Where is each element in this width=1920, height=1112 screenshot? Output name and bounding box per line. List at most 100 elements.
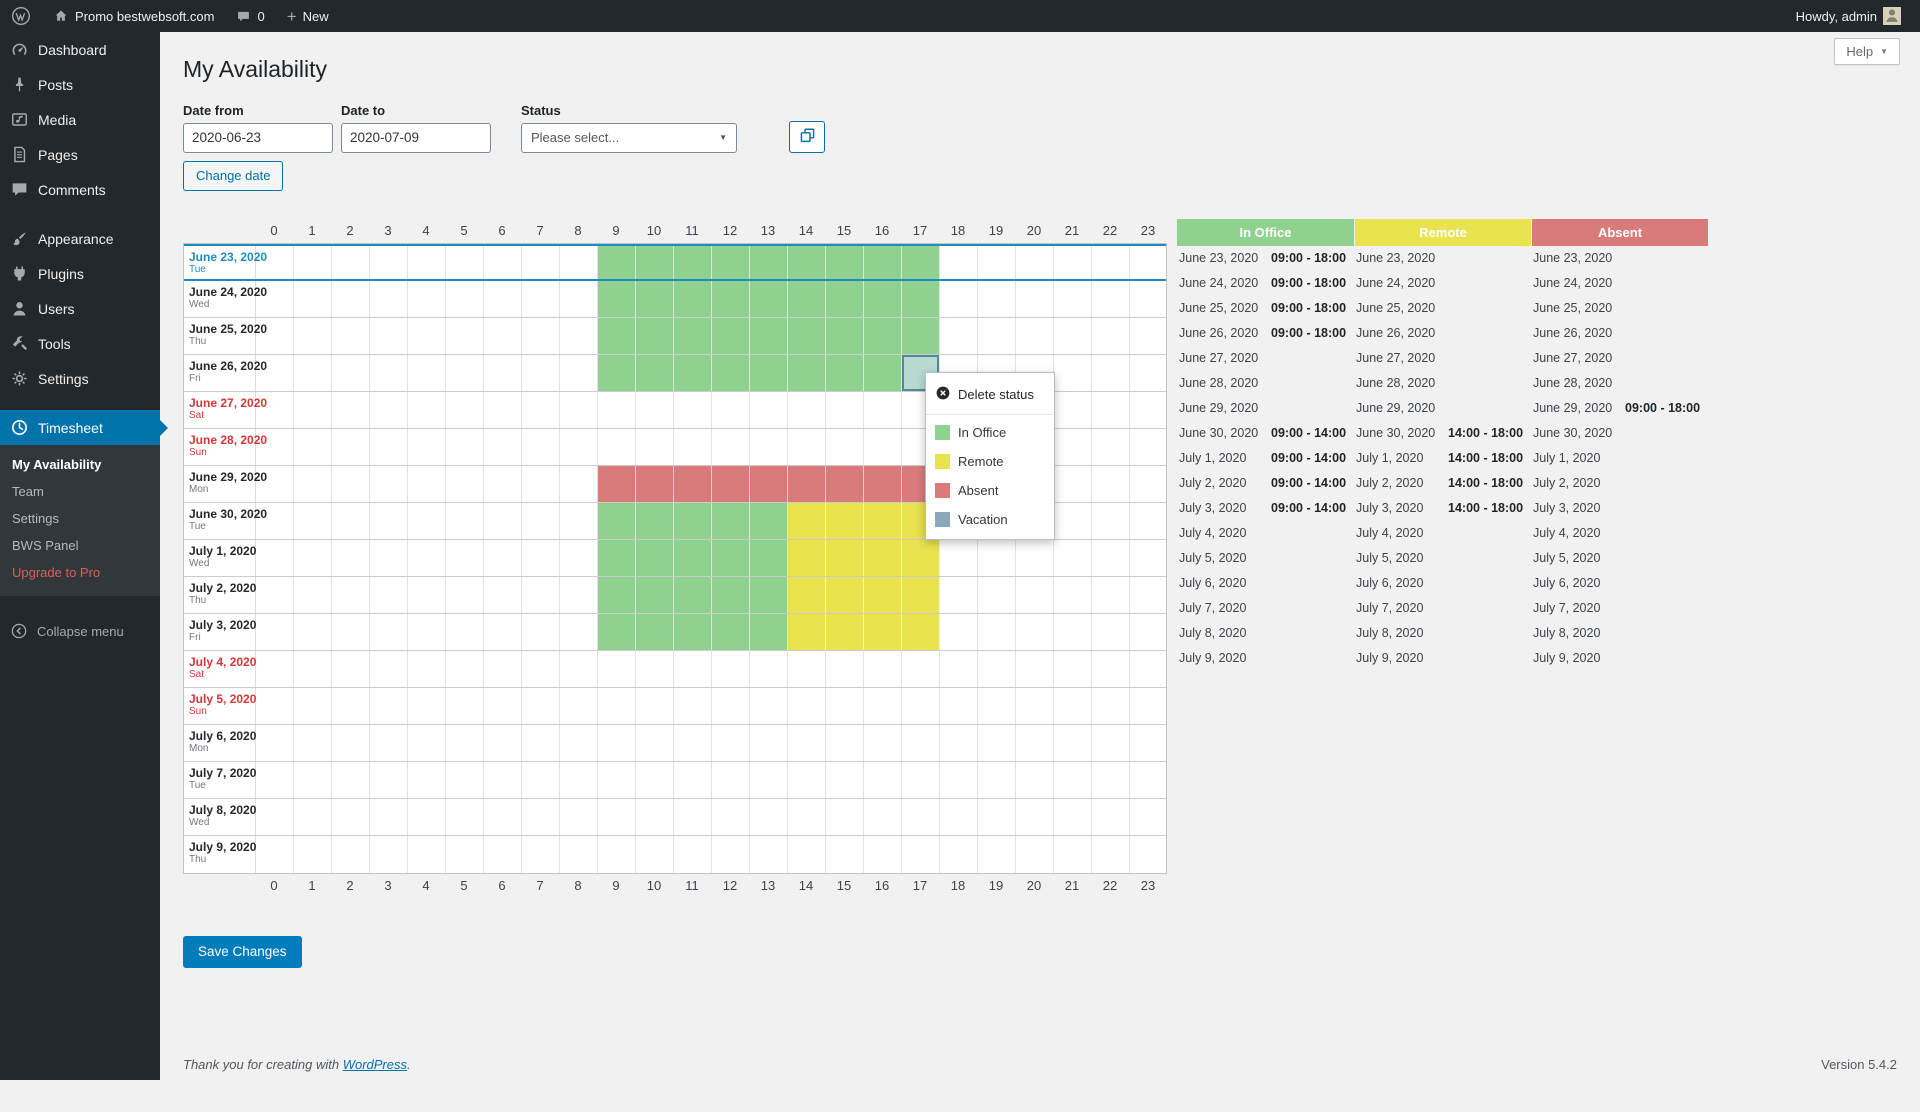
schedule-cell[interactable] bbox=[712, 246, 750, 279]
schedule-cell[interactable] bbox=[484, 725, 522, 761]
schedule-cell[interactable] bbox=[902, 614, 940, 650]
schedule-cell[interactable] bbox=[750, 318, 788, 354]
schedule-cell[interactable] bbox=[598, 836, 636, 873]
status-option-remote[interactable]: Remote bbox=[926, 447, 1054, 476]
schedule-cell[interactable] bbox=[522, 688, 560, 724]
schedule-cell[interactable] bbox=[826, 762, 864, 798]
schedule-cell[interactable] bbox=[560, 540, 598, 576]
schedule-cell[interactable] bbox=[712, 799, 750, 835]
schedule-cell[interactable] bbox=[332, 725, 370, 761]
schedule-cell[interactable] bbox=[332, 466, 370, 502]
schedule-cell[interactable] bbox=[332, 836, 370, 873]
schedule-cell[interactable] bbox=[712, 688, 750, 724]
schedule-cell[interactable] bbox=[1092, 614, 1130, 650]
schedule-cell[interactable] bbox=[370, 355, 408, 391]
submenu-item-settings[interactable]: Settings bbox=[0, 505, 160, 532]
schedule-cell[interactable] bbox=[332, 540, 370, 576]
schedule-cell[interactable] bbox=[256, 392, 294, 428]
schedule-cell[interactable] bbox=[902, 799, 940, 835]
schedule-cell[interactable] bbox=[598, 246, 636, 279]
schedule-cell[interactable] bbox=[484, 281, 522, 317]
schedule-cell[interactable] bbox=[712, 836, 750, 873]
schedule-cell[interactable] bbox=[750, 281, 788, 317]
schedule-cell[interactable] bbox=[712, 725, 750, 761]
schedule-cell[interactable] bbox=[826, 503, 864, 539]
schedule-cell[interactable] bbox=[1092, 836, 1130, 873]
schedule-cell[interactable] bbox=[788, 651, 826, 687]
schedule-cell[interactable] bbox=[636, 799, 674, 835]
sidebar-item-comments[interactable]: Comments bbox=[0, 172, 160, 207]
schedule-cell[interactable] bbox=[978, 540, 1016, 576]
schedule-cell[interactable] bbox=[902, 540, 940, 576]
schedule-cell[interactable] bbox=[636, 246, 674, 279]
wordpress-link[interactable]: WordPress bbox=[343, 1057, 407, 1072]
save-changes-button[interactable]: Save Changes bbox=[183, 936, 302, 968]
schedule-cell[interactable] bbox=[1054, 246, 1092, 279]
schedule-cell[interactable] bbox=[902, 651, 940, 687]
schedule-cell[interactable] bbox=[674, 466, 712, 502]
schedule-cell[interactable] bbox=[902, 318, 940, 354]
schedule-cell[interactable] bbox=[332, 246, 370, 279]
schedule-cell[interactable] bbox=[978, 836, 1016, 873]
status-option-in-office[interactable]: In Office bbox=[926, 418, 1054, 447]
schedule-cell[interactable] bbox=[750, 429, 788, 465]
schedule-cell[interactable] bbox=[294, 577, 332, 613]
schedule-cell[interactable] bbox=[408, 688, 446, 724]
schedule-cell[interactable] bbox=[712, 355, 750, 391]
schedule-cell[interactable] bbox=[294, 799, 332, 835]
change-date-button[interactable]: Change date bbox=[183, 161, 283, 191]
schedule-cell[interactable] bbox=[1130, 429, 1168, 465]
schedule-cell[interactable] bbox=[598, 577, 636, 613]
schedule-cell[interactable] bbox=[1092, 355, 1130, 391]
schedule-cell[interactable] bbox=[1092, 318, 1130, 354]
schedule-cell[interactable] bbox=[978, 799, 1016, 835]
schedule-cell[interactable] bbox=[750, 688, 788, 724]
schedule-cell[interactable] bbox=[1092, 688, 1130, 724]
schedule-cell[interactable] bbox=[256, 429, 294, 465]
schedule-cell[interactable] bbox=[256, 614, 294, 650]
schedule-cell[interactable] bbox=[294, 318, 332, 354]
schedule-cell[interactable] bbox=[484, 429, 522, 465]
schedule-cell[interactable] bbox=[978, 318, 1016, 354]
schedule-cell[interactable] bbox=[522, 429, 560, 465]
delete-status-button[interactable]: Delete status bbox=[926, 377, 1054, 412]
schedule-cell[interactable] bbox=[674, 651, 712, 687]
schedule-cell[interactable] bbox=[826, 540, 864, 576]
schedule-cell[interactable] bbox=[750, 762, 788, 798]
schedule-cell[interactable] bbox=[522, 799, 560, 835]
schedule-cell[interactable] bbox=[522, 725, 560, 761]
schedule-cell[interactable] bbox=[788, 466, 826, 502]
schedule-cell[interactable] bbox=[370, 836, 408, 873]
schedule-cell[interactable] bbox=[750, 392, 788, 428]
help-button[interactable]: Help ▼ bbox=[1834, 38, 1900, 65]
schedule-cell[interactable] bbox=[560, 392, 598, 428]
schedule-cell[interactable] bbox=[446, 503, 484, 539]
schedule-cell[interactable] bbox=[560, 355, 598, 391]
schedule-cell[interactable] bbox=[408, 836, 446, 873]
schedule-cell[interactable] bbox=[940, 725, 978, 761]
schedule-cell[interactable] bbox=[332, 318, 370, 354]
schedule-cell[interactable] bbox=[598, 799, 636, 835]
sidebar-item-plugins[interactable]: Plugins bbox=[0, 256, 160, 291]
schedule-cell[interactable] bbox=[370, 577, 408, 613]
schedule-cell[interactable] bbox=[636, 577, 674, 613]
schedule-cell[interactable] bbox=[1130, 355, 1168, 391]
schedule-cell[interactable] bbox=[636, 651, 674, 687]
schedule-cell[interactable] bbox=[446, 246, 484, 279]
schedule-cell[interactable] bbox=[902, 577, 940, 613]
schedule-cell[interactable] bbox=[712, 318, 750, 354]
schedule-cell[interactable] bbox=[674, 392, 712, 428]
schedule-cell[interactable] bbox=[256, 318, 294, 354]
schedule-cell[interactable] bbox=[560, 725, 598, 761]
schedule-cell[interactable] bbox=[864, 281, 902, 317]
schedule-cell[interactable] bbox=[940, 688, 978, 724]
schedule-cell[interactable] bbox=[1054, 688, 1092, 724]
schedule-cell[interactable] bbox=[674, 799, 712, 835]
schedule-cell[interactable] bbox=[636, 429, 674, 465]
schedule-cell[interactable] bbox=[256, 688, 294, 724]
schedule-cell[interactable] bbox=[522, 466, 560, 502]
sidebar-item-appearance[interactable]: Appearance bbox=[0, 221, 160, 256]
schedule-cell[interactable] bbox=[712, 540, 750, 576]
schedule-cell[interactable] bbox=[788, 614, 826, 650]
schedule-cell[interactable] bbox=[902, 725, 940, 761]
